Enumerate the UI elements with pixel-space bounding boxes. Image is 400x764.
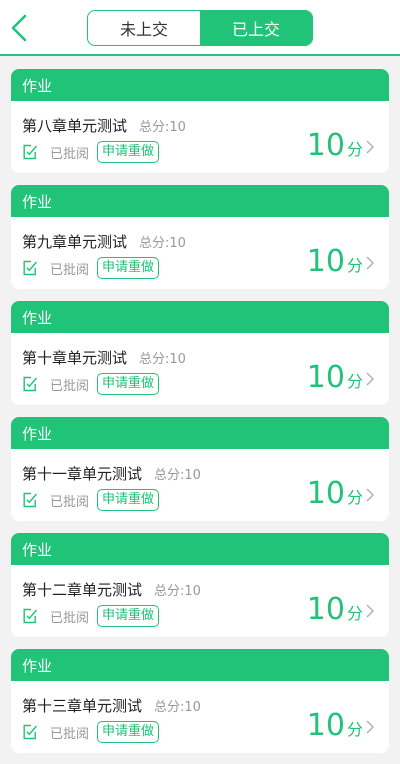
card-category: 作业: [11, 649, 389, 681]
score-unit: 分: [346, 720, 363, 739]
tab-submitted[interactable]: 已上交: [200, 11, 312, 45]
status-label: 已批阅: [50, 494, 90, 510]
score: 10 分: [307, 245, 363, 279]
submission-tabs: 未上交 已上交: [87, 10, 313, 46]
back-arrow-icon[interactable]: [8, 14, 30, 42]
card-category: 作业: [11, 185, 389, 217]
assignment-title: 第八章单元测试: [22, 117, 128, 135]
total-score: 总分:10: [154, 468, 201, 483]
total-score: 总分:10: [139, 120, 186, 135]
score-value: 10: [306, 128, 345, 163]
total-score: 总分:10: [139, 236, 186, 251]
assignment-card[interactable]: 作业 第十三章单元测试 总分:10 已批阅 申请重做 10 分: [11, 649, 389, 753]
status-label: 已批阅: [50, 378, 90, 394]
total-score: 总分:10: [139, 352, 186, 367]
total-score: 总分:10: [154, 584, 201, 599]
document-check-icon: [23, 260, 38, 276]
card-category: 作业: [11, 69, 389, 101]
chevron-right-icon: [366, 720, 374, 734]
request-redo-button[interactable]: 申请重做: [97, 373, 160, 395]
document-check-icon: [23, 492, 38, 508]
score-unit: 分: [346, 488, 363, 507]
chevron-right-icon: [366, 488, 374, 502]
tab-not-submitted[interactable]: 未上交: [88, 11, 200, 45]
document-check-icon: [23, 724, 38, 740]
score-value: 10: [306, 360, 345, 395]
assignment-card[interactable]: 作业 第十一章单元测试 总分:10 已批阅 申请重做 10 分: [11, 417, 389, 521]
request-redo-button[interactable]: 申请重做: [97, 141, 160, 163]
score-value: 10: [306, 244, 345, 279]
request-redo-button[interactable]: 申请重做: [97, 605, 160, 627]
score: 10 分: [307, 361, 363, 395]
top-bar: 未上交 已上交: [0, 0, 400, 56]
card-category: 作业: [11, 533, 389, 565]
score: 10 分: [307, 477, 363, 511]
request-redo-button[interactable]: 申请重做: [97, 721, 160, 743]
total-score: 总分:10: [154, 700, 201, 715]
assignment-card[interactable]: 作业 第九章单元测试 总分:10 已批阅 申请重做 10 分: [11, 185, 389, 289]
score-unit: 分: [346, 372, 363, 391]
request-redo-button[interactable]: 申请重做: [97, 489, 160, 511]
assignment-title: 第十二章单元测试: [22, 581, 143, 599]
score: 10 分: [307, 593, 363, 627]
score-unit: 分: [346, 604, 363, 623]
card-category: 作业: [11, 417, 389, 449]
assignment-title: 第十一章单元测试: [22, 465, 143, 483]
document-check-icon: [23, 608, 38, 624]
request-redo-button[interactable]: 申请重做: [97, 257, 160, 279]
chevron-right-icon: [366, 256, 374, 270]
status-label: 已批阅: [50, 262, 90, 278]
document-check-icon: [23, 376, 38, 392]
card-category: 作业: [11, 301, 389, 333]
score-value: 10: [306, 592, 345, 627]
score-unit: 分: [346, 256, 363, 275]
chevron-right-icon: [366, 604, 374, 618]
status-label: 已批阅: [50, 610, 90, 626]
assignment-card[interactable]: 作业 第十章单元测试 总分:10 已批阅 申请重做 10 分: [11, 301, 389, 405]
document-check-icon: [23, 144, 38, 160]
status-label: 已批阅: [50, 726, 90, 742]
score: 10 分: [307, 129, 363, 163]
chevron-right-icon: [366, 372, 374, 386]
score: 10 分: [307, 709, 363, 743]
chevron-right-icon: [366, 140, 374, 154]
assignment-title: 第十三章单元测试: [22, 697, 143, 715]
assignment-title: 第十章单元测试: [22, 349, 128, 367]
score-unit: 分: [346, 140, 363, 159]
score-value: 10: [306, 708, 345, 743]
assignment-title: 第九章单元测试: [22, 233, 128, 251]
status-label: 已批阅: [50, 146, 90, 162]
assignment-card[interactable]: 作业 第十二章单元测试 总分:10 已批阅 申请重做 10 分: [11, 533, 389, 637]
assignment-card[interactable]: 作业 第八章单元测试 总分:10 已批阅 申请重做 10 分: [11, 69, 389, 173]
score-value: 10: [306, 476, 345, 511]
